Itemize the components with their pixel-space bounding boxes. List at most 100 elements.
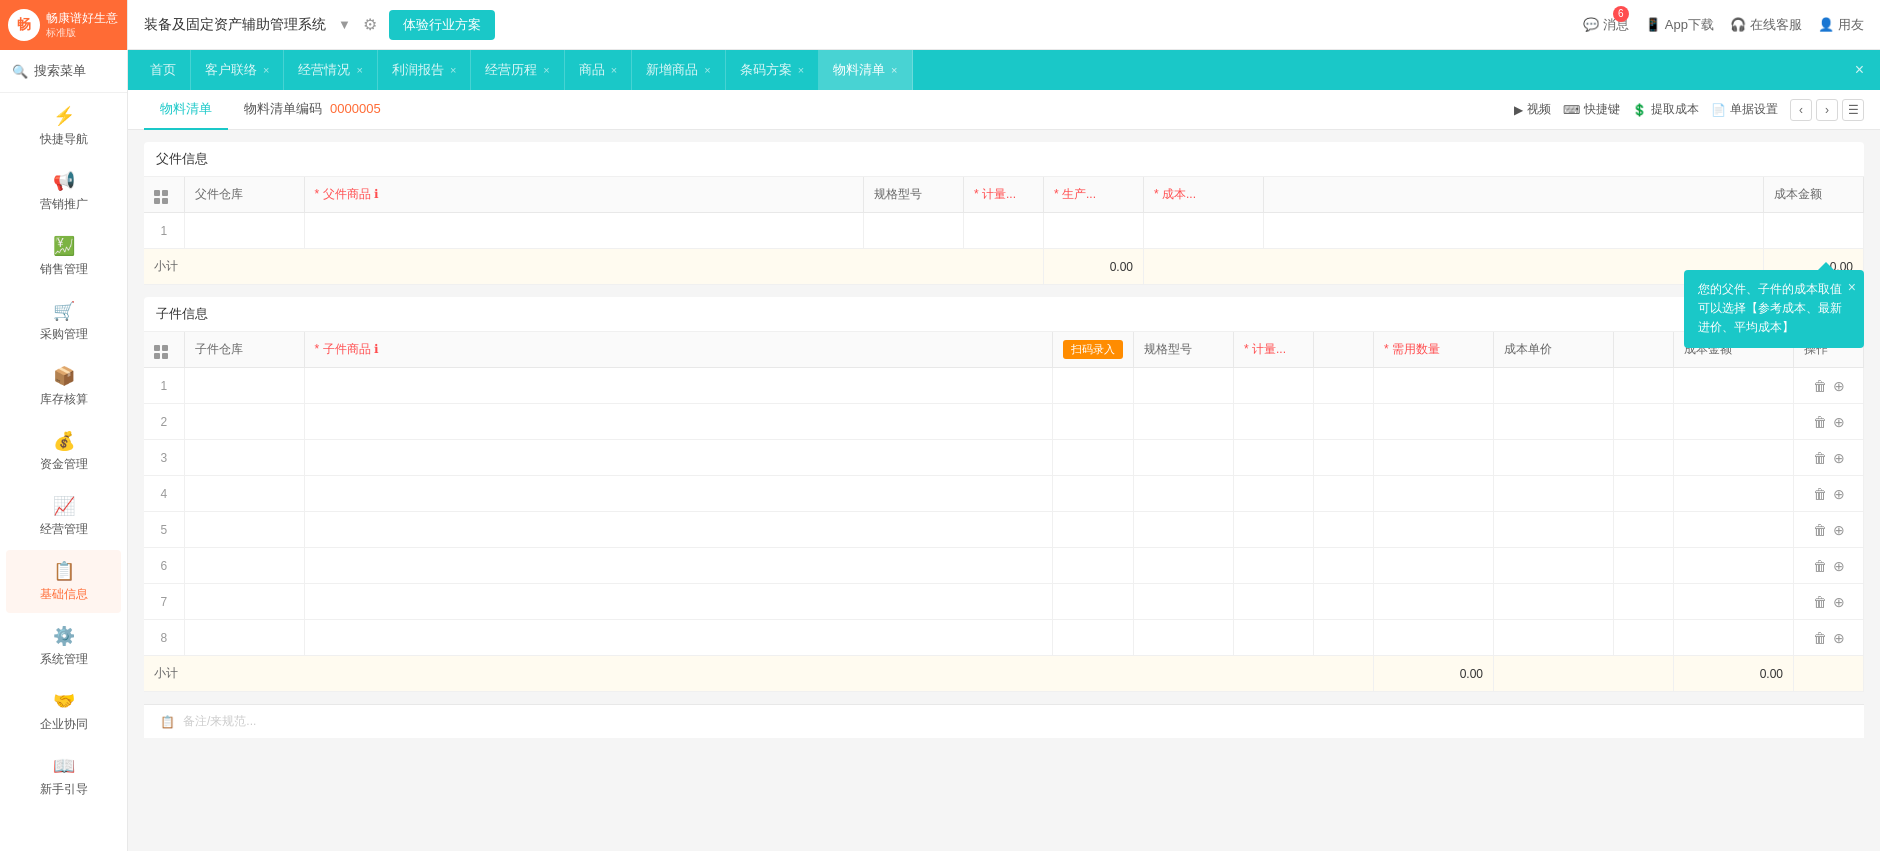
child-warehouse-3[interactable] — [184, 440, 304, 476]
child-spec-1[interactable] — [1134, 368, 1234, 404]
child-needed-6[interactable] — [1374, 548, 1494, 584]
delete-icon-3[interactable]: 🗑 — [1813, 450, 1827, 466]
child-total-cost-8[interactable] — [1674, 620, 1794, 656]
child-op-2[interactable]: 🗑 ⊕ — [1794, 404, 1864, 440]
child-needed-4[interactable] — [1374, 476, 1494, 512]
app-download-action[interactable]: 📱 App下载 — [1645, 16, 1714, 34]
copy-icon-8[interactable]: ⊕ — [1833, 630, 1845, 646]
tab-bom[interactable]: 物料清单 × — [819, 50, 912, 90]
scan-input-button[interactable]: 扫码录入 — [1063, 340, 1123, 359]
child-op-5[interactable]: 🗑 ⊕ — [1794, 512, 1864, 548]
child-product-6[interactable] — [304, 548, 1053, 584]
child-op-1[interactable]: 🗑 ⊕ — [1794, 368, 1864, 404]
child-product-8[interactable] — [304, 620, 1053, 656]
copy-icon-4[interactable]: ⊕ — [1833, 486, 1845, 502]
user-action[interactable]: 👤 用友 — [1818, 16, 1864, 34]
message-action[interactable]: 💬 消息 6 — [1583, 16, 1629, 34]
child-total-cost-5[interactable] — [1674, 512, 1794, 548]
extract-cost-action[interactable]: 💲 提取成本 — [1632, 101, 1699, 118]
child-product-1[interactable] — [304, 368, 1053, 404]
nav-next-button[interactable]: › — [1816, 99, 1838, 121]
tab-bom-close[interactable]: × — [891, 64, 897, 76]
sub-tab-bom-list[interactable]: 物料清单 — [144, 90, 228, 130]
child-unit-4[interactable] — [1234, 476, 1314, 512]
dropdown-arrow-icon[interactable]: ▼ — [338, 17, 351, 32]
child-needed-8[interactable] — [1374, 620, 1494, 656]
child-unit-cost-7[interactable] — [1494, 584, 1614, 620]
child-product-4[interactable] — [304, 476, 1053, 512]
child-warehouse-1[interactable] — [184, 368, 304, 404]
child-op-8[interactable]: 🗑 ⊕ — [1794, 620, 1864, 656]
trial-button[interactable]: 体验行业方案 — [389, 10, 495, 40]
tab-new-goods-close[interactable]: × — [704, 64, 710, 76]
delete-icon-4[interactable]: 🗑 — [1813, 486, 1827, 502]
child-needed-3[interactable] — [1374, 440, 1494, 476]
copy-icon-1[interactable]: ⊕ — [1833, 378, 1845, 394]
sidebar-item-purchase[interactable]: 🛒 采购管理 — [6, 290, 121, 353]
parent-warehouse-1[interactable] — [184, 213, 304, 249]
settings-icon[interactable]: ⚙ — [363, 15, 377, 34]
copy-icon-2[interactable]: ⊕ — [1833, 414, 1845, 430]
nav-prev-button[interactable]: ‹ — [1790, 99, 1812, 121]
tab-goods-close[interactable]: × — [611, 64, 617, 76]
tab-barcode[interactable]: 条码方案 × — [726, 50, 819, 90]
delete-icon-8[interactable]: 🗑 — [1813, 630, 1827, 646]
parent-spec-1[interactable] — [864, 213, 964, 249]
tooltip-close-button[interactable]: × — [1848, 276, 1856, 298]
child-unit-cost-2[interactable] — [1494, 404, 1614, 440]
child-unit-2[interactable] — [1234, 404, 1314, 440]
child-warehouse-4[interactable] — [184, 476, 304, 512]
tab-goods[interactable]: 商品 × — [565, 50, 632, 90]
sidebar-item-sales[interactable]: 💹 销售管理 — [6, 225, 121, 288]
copy-icon-3[interactable]: ⊕ — [1833, 450, 1845, 466]
child-warehouse-2[interactable] — [184, 404, 304, 440]
tab-profit[interactable]: 利润报告 × — [378, 50, 471, 90]
notes-placeholder[interactable]: 备注/来规范... — [183, 713, 256, 730]
sidebar-item-quick-nav[interactable]: ⚡ 快捷导航 — [6, 95, 121, 158]
child-warehouse-6[interactable] — [184, 548, 304, 584]
sidebar-item-marketing[interactable]: 📢 营销推广 — [6, 160, 121, 223]
parent-product-1[interactable] — [304, 213, 864, 249]
shortcut-action[interactable]: ⌨ 快捷键 — [1563, 101, 1620, 118]
tab-profit-close[interactable]: × — [450, 64, 456, 76]
child-total-cost-2[interactable] — [1674, 404, 1794, 440]
child-product-3[interactable] — [304, 440, 1053, 476]
child-total-cost-7[interactable] — [1674, 584, 1794, 620]
sidebar-item-inventory[interactable]: 📦 库存核算 — [6, 355, 121, 418]
child-op-3[interactable]: 🗑 ⊕ — [1794, 440, 1864, 476]
search-menu-button[interactable]: 🔍 搜索菜单 — [8, 58, 119, 84]
child-unit-7[interactable] — [1234, 584, 1314, 620]
child-total-cost-3[interactable] — [1674, 440, 1794, 476]
child-unit-5[interactable] — [1234, 512, 1314, 548]
child-product-5[interactable] — [304, 512, 1053, 548]
child-product-2[interactable] — [304, 404, 1053, 440]
child-column-settings-icon[interactable] — [154, 345, 168, 359]
sub-tab-bom-code[interactable]: 物料清单编码 0000005 — [228, 90, 397, 130]
sidebar-search[interactable]: 🔍 搜索菜单 — [0, 50, 127, 93]
tab-customer[interactable]: 客户联络 × — [191, 50, 284, 90]
child-op-7[interactable]: 🗑 ⊕ — [1794, 584, 1864, 620]
child-needed-1[interactable] — [1374, 368, 1494, 404]
child-total-cost-4[interactable] — [1674, 476, 1794, 512]
sidebar-item-guide[interactable]: 📖 新手引导 — [6, 745, 121, 808]
child-op-6[interactable]: 🗑 ⊕ — [1794, 548, 1864, 584]
child-warehouse-8[interactable] — [184, 620, 304, 656]
tab-new-goods[interactable]: 新增商品 × — [632, 50, 725, 90]
child-needed-7[interactable] — [1374, 584, 1494, 620]
column-settings-icon[interactable] — [154, 190, 168, 204]
child-unit-cost-8[interactable] — [1494, 620, 1614, 656]
delete-icon-6[interactable]: 🗑 — [1813, 558, 1827, 574]
parent-production-1[interactable] — [1044, 213, 1144, 249]
tab-barcode-close[interactable]: × — [798, 64, 804, 76]
delete-icon-2[interactable]: 🗑 — [1813, 414, 1827, 430]
sidebar-item-operations[interactable]: 📈 经营管理 — [6, 485, 121, 548]
child-unit-1[interactable] — [1234, 368, 1314, 404]
sidebar-item-finance[interactable]: 💰 资金管理 — [6, 420, 121, 483]
child-spec-3[interactable] — [1134, 440, 1234, 476]
child-needed-2[interactable] — [1374, 404, 1494, 440]
child-product-7[interactable] — [304, 584, 1053, 620]
copy-icon-6[interactable]: ⊕ — [1833, 558, 1845, 574]
online-service-action[interactable]: 🎧 在线客服 — [1730, 16, 1802, 34]
child-total-cost-6[interactable] — [1674, 548, 1794, 584]
sidebar-item-enterprise[interactable]: 🤝 企业协同 — [6, 680, 121, 743]
